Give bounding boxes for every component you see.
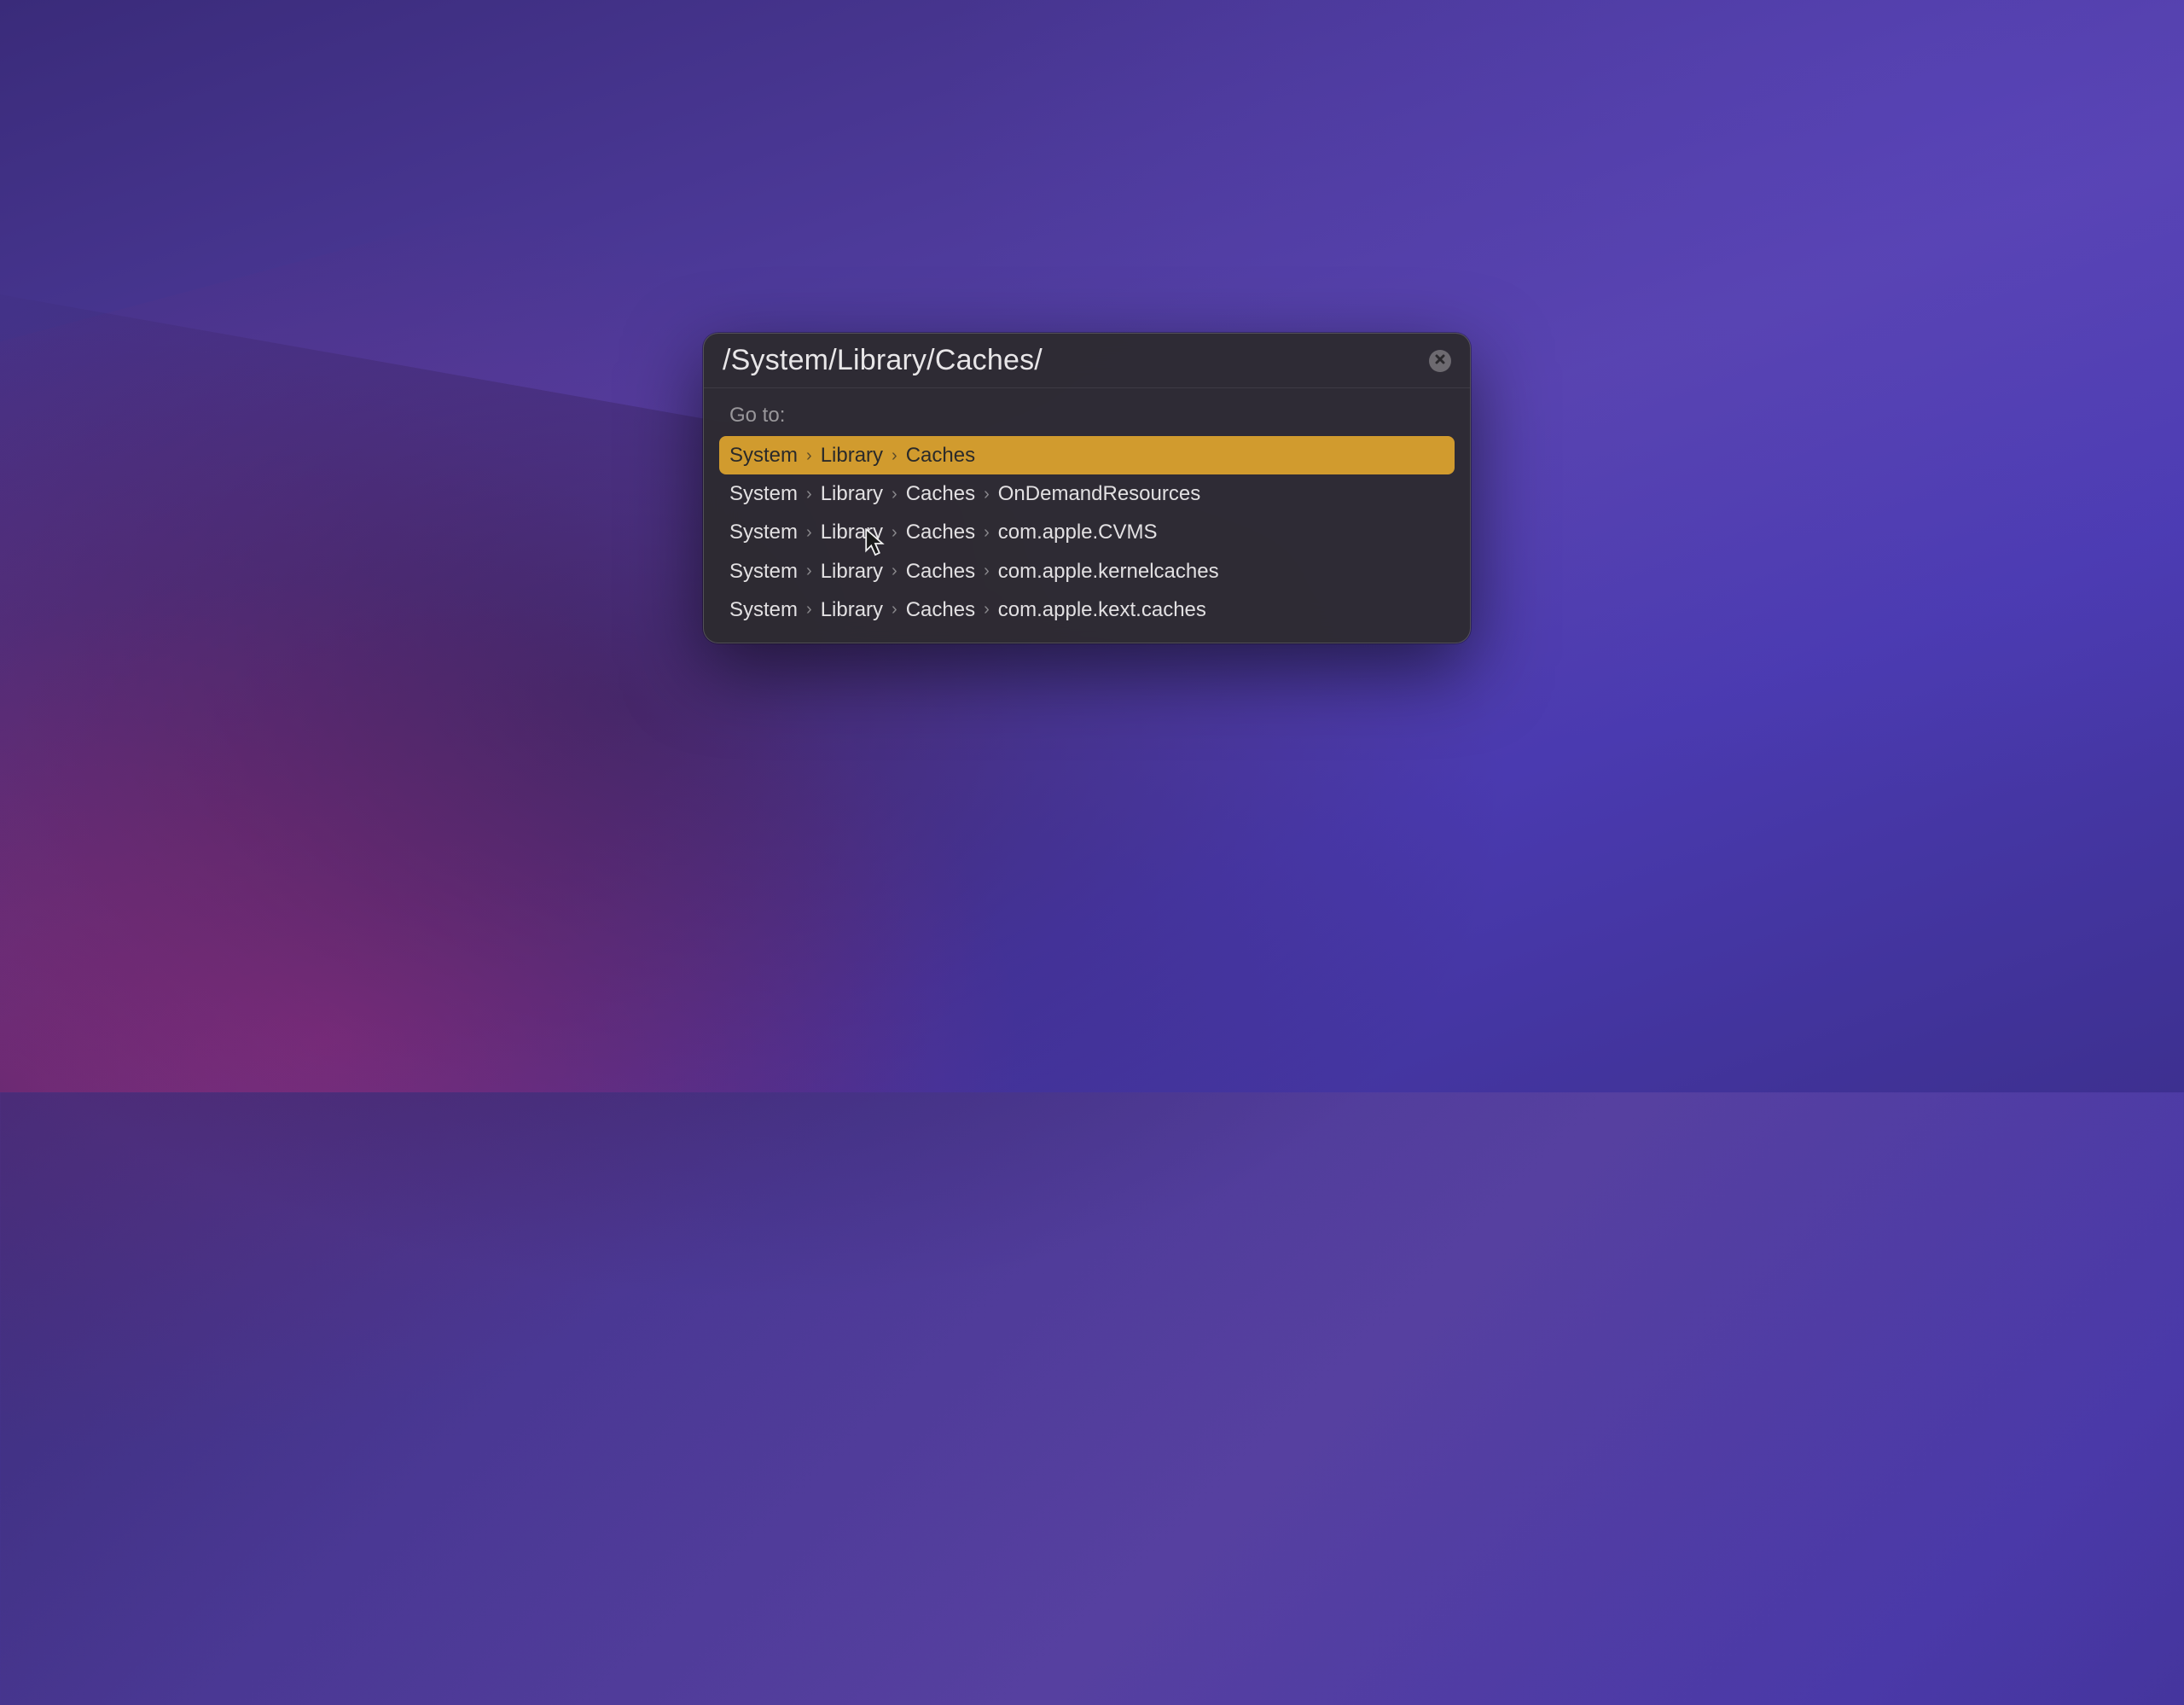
chevron-right-icon: › xyxy=(890,521,899,544)
suggestion-item[interactable]: System › Library › Caches › OnDemandResources xyxy=(719,474,1455,513)
suggestion-list: System › Library › Caches System › Library › Cach… xyxy=(719,436,1455,629)
input-row xyxy=(704,334,1470,388)
chevron-right-icon: › xyxy=(804,560,814,582)
path-segment: Caches xyxy=(906,480,975,507)
suggestions-section: Go to: System › Library › Caches System › Libra… xyxy=(704,388,1470,643)
chevron-right-icon: › xyxy=(890,598,899,620)
go-to-folder-dialog: Go to: System › Library › Caches System › Libra… xyxy=(703,333,1471,643)
path-input[interactable] xyxy=(723,344,1101,377)
path-segment: com.apple.CVMS xyxy=(998,519,1158,545)
chevron-right-icon: › xyxy=(804,598,814,620)
path-segment: com.apple.kext.caches xyxy=(998,596,1206,623)
chevron-right-icon: › xyxy=(982,598,991,620)
path-segment: OnDemandResources xyxy=(998,480,1200,507)
path-segment: System xyxy=(729,519,798,545)
path-segment: Caches xyxy=(906,558,975,585)
path-segment: Library xyxy=(821,519,883,545)
clear-button[interactable] xyxy=(1429,350,1451,372)
path-segment: System xyxy=(729,596,798,623)
path-segment: com.apple.kernelcaches xyxy=(998,558,1219,585)
chevron-right-icon: › xyxy=(982,483,991,505)
suggestion-item[interactable]: System › Library › Caches › com.apple.kext.cac… xyxy=(719,591,1455,629)
close-icon xyxy=(1435,353,1445,369)
chevron-right-icon: › xyxy=(982,521,991,544)
path-segment: System xyxy=(729,558,798,585)
path-segment: Library xyxy=(821,558,883,585)
chevron-right-icon: › xyxy=(982,560,991,582)
path-segment: Caches xyxy=(906,519,975,545)
chevron-right-icon: › xyxy=(890,483,899,505)
path-segment: Caches xyxy=(906,442,975,468)
path-segment: Library xyxy=(821,596,883,623)
chevron-right-icon: › xyxy=(890,445,899,467)
chevron-right-icon: › xyxy=(804,445,814,467)
path-segment: Library xyxy=(821,480,883,507)
suggestion-item[interactable]: System › Library › Caches › com.apple.CVMS xyxy=(719,513,1455,551)
suggestion-item[interactable]: System › Library › Caches xyxy=(719,436,1455,474)
chevron-right-icon: › xyxy=(890,560,899,582)
section-label: Go to: xyxy=(719,400,1455,436)
path-segment: Library xyxy=(821,442,883,468)
path-segment: Caches xyxy=(906,596,975,623)
path-segment: System xyxy=(729,442,798,468)
chevron-right-icon: › xyxy=(804,521,814,544)
suggestion-item[interactable]: System › Library › Caches › com.apple.kernelca… xyxy=(719,552,1455,591)
path-segment: System xyxy=(729,480,798,507)
chevron-right-icon: › xyxy=(804,483,814,505)
